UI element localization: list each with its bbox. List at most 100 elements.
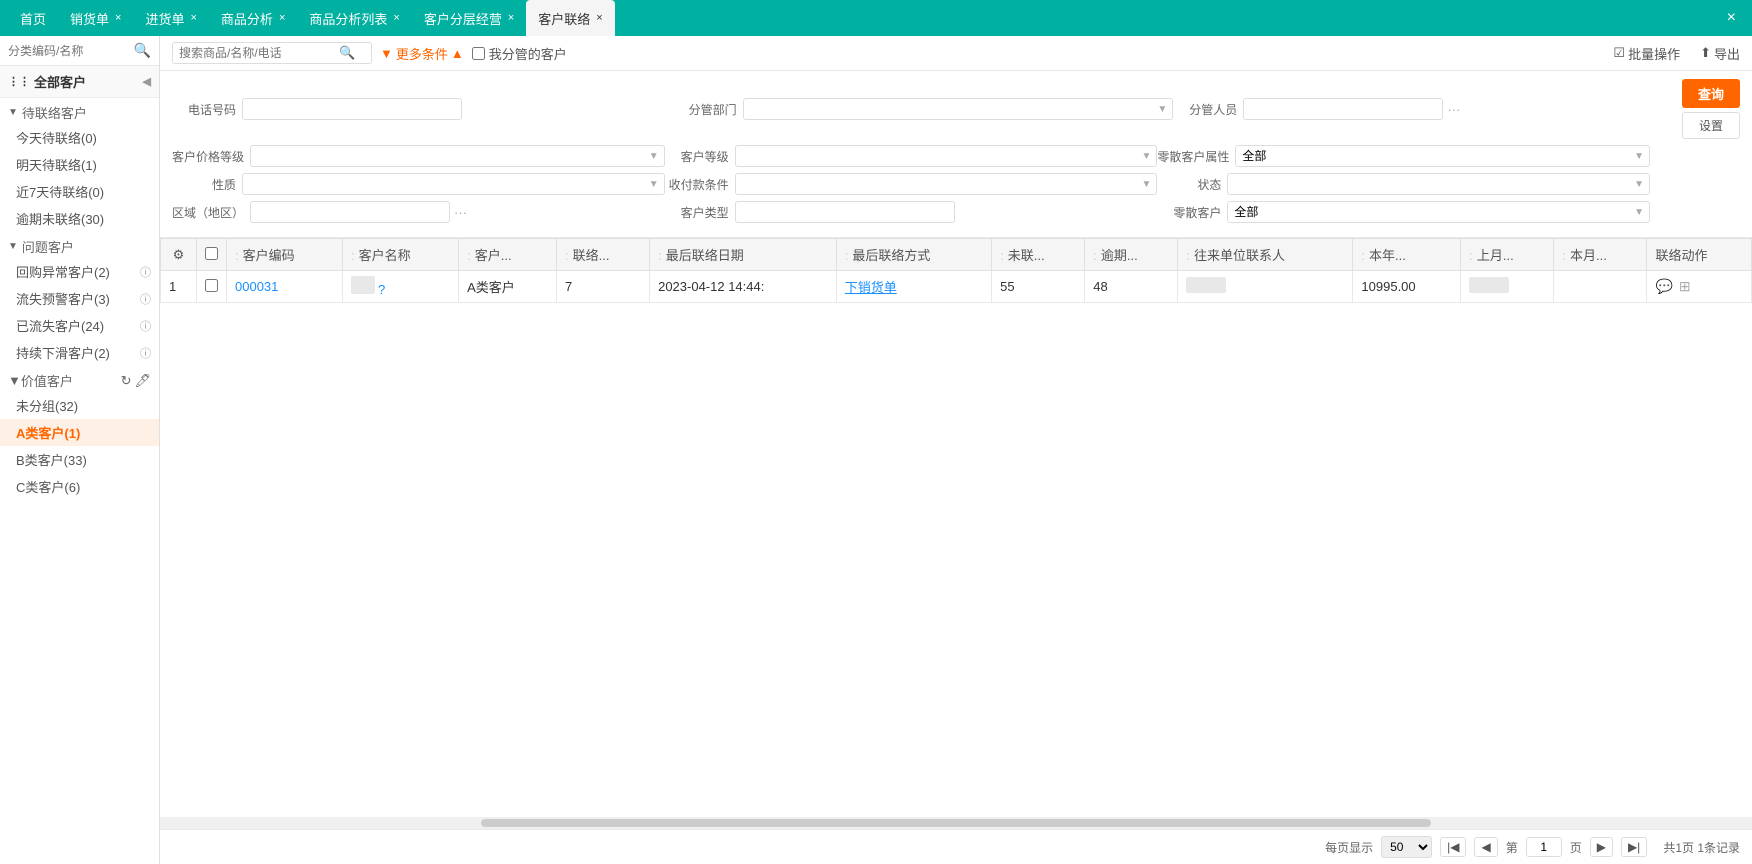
last-page-btn[interactable]: ▶| [1621, 837, 1647, 857]
nav-tab-purchase[interactable]: 进货单 × [133, 0, 208, 36]
dept-select[interactable] [743, 98, 1174, 120]
first-page-btn[interactable]: |◀ [1440, 837, 1466, 857]
customer-level-select[interactable] [735, 145, 1158, 167]
scroll-row[interactable] [160, 817, 1752, 829]
export-btn[interactable]: ⬆ 导出 [1700, 44, 1740, 63]
sidebar-group-value[interactable]: ▼ 价值客户 ↻ 🖊 [0, 366, 159, 392]
sidebar-item-class-b[interactable]: B类客户(33) [0, 446, 159, 473]
manager-input[interactable] [1243, 98, 1443, 120]
row-checkbox[interactable] [205, 279, 218, 292]
customer-type-input[interactable] [735, 201, 955, 223]
payment-select[interactable] [735, 173, 1158, 195]
page-input[interactable] [1526, 837, 1562, 857]
sidebar-item-repurchase-abnormal[interactable]: 回购异常客户(2) ⓘ [0, 258, 159, 285]
search-icon[interactable]: 🔍 [339, 45, 355, 61]
filter-cell-manager: 分管人员 ··· [1173, 98, 1674, 120]
sidebar-item-lost[interactable]: 已流失客户(24) ⓘ [0, 312, 159, 339]
total-label: 共1页 1条记录 [1663, 839, 1740, 856]
cell-name[interactable]: ? [343, 271, 459, 303]
cell-uncontact: 55 [992, 271, 1085, 303]
close-sales-tab[interactable]: × [115, 12, 121, 24]
main-layout: 🔍 ⋮⋮ 全部客户 ◀ ▼ 待联络客户 今天待联络(0) 明天待联络(1) 近7… [0, 36, 1752, 864]
sidebar-search-input[interactable] [8, 44, 134, 58]
col-contact-person: :往来单位联系人 [1178, 239, 1353, 271]
sidebar-item-unsorted[interactable]: 未分组(32) [0, 392, 159, 419]
nav-tab-customer-tier[interactable]: 客户分层经营 × [412, 0, 526, 36]
last-type-link[interactable]: 下销货单 [845, 280, 897, 295]
filter-cell-status: 状态 ▼ [1157, 173, 1650, 195]
region-label: 区域（地区） [172, 204, 250, 221]
cell-code[interactable]: 000031 [227, 271, 343, 303]
filter-cell-price-level: 客户价格等级 ▼ [172, 145, 665, 167]
phone-input[interactable] [242, 98, 462, 120]
manager-dots[interactable]: ··· [1447, 102, 1460, 117]
sidebar-item-loss-warning[interactable]: 流失预警客户(3) ⓘ [0, 285, 159, 312]
region-dots[interactable]: ··· [454, 205, 467, 220]
chat-icon[interactable]: 💬 [1655, 278, 1672, 295]
sidebar-item-class-c[interactable]: C类客户(6) [0, 473, 159, 500]
my-customers-checkbox[interactable] [472, 47, 485, 60]
nav-tab-customer-contact[interactable]: 客户联络 × [526, 0, 614, 36]
nav-tab-sales[interactable]: 销货单 × [58, 0, 133, 36]
close-customer-contact-tab[interactable]: × [596, 12, 602, 24]
batch-op-btn[interactable]: ☑ 批量操作 [1613, 44, 1680, 63]
value-edit-icon[interactable]: 🖊 [134, 373, 151, 389]
price-level-label: 客户价格等级 [172, 148, 250, 165]
cell-overdue: 48 [1085, 271, 1178, 303]
cell-contact-person [1178, 271, 1353, 303]
retail-customer-select[interactable]: 全部 [1227, 201, 1650, 223]
sidebar-all-customers[interactable]: ⋮⋮ 全部客户 ◀ [0, 66, 159, 98]
sidebar-item-declining[interactable]: 持续下滑客户(2) ⓘ [0, 339, 159, 366]
filter-row-1: 电话号码 分管部门 ▼ 分管人员 ··· [172, 79, 1740, 139]
sidebar-search-wrap: 🔍 [0, 36, 159, 66]
sidebar-item-class-a[interactable]: A类客户(1) [0, 419, 159, 446]
value-refresh-icon[interactable]: ↻ [121, 373, 132, 389]
more-filter-btn[interactable]: ▼ 更多条件 ▲ [380, 44, 464, 63]
sidebar-item-7days[interactable]: 近7天待联络(0) [0, 178, 159, 205]
filter-cell-customer-level: 客户等级 ▼ [665, 145, 1158, 167]
price-level-select[interactable] [250, 145, 665, 167]
region-input[interactable] [250, 201, 450, 223]
nav-tab-analysis-list[interactable]: 商品分析列表 × [297, 0, 411, 36]
nav-tab-analysis[interactable]: 商品分析 × [209, 0, 297, 36]
cell-checkbox [197, 271, 227, 303]
select-all-checkbox[interactable] [205, 247, 218, 260]
col-this-year: :本年... [1353, 239, 1461, 271]
sidebar-group-waiting[interactable]: ▼ 待联络客户 [0, 98, 159, 124]
query-btns: 查询 设置 [1682, 79, 1740, 139]
nav-tab-home[interactable]: 首页 [8, 0, 58, 36]
retail-customer-label: 零散客户 [1157, 204, 1227, 221]
filter-arrow-icon: ▲ [451, 46, 464, 61]
sidebar-item-tomorrow[interactable]: 明天待联络(1) [0, 151, 159, 178]
close-purchase-tab[interactable]: × [190, 12, 196, 24]
status-select-wrap: ▼ [1227, 173, 1650, 195]
per-page-select[interactable]: 50 100 200 [1381, 836, 1432, 858]
sidebar-item-overdue[interactable]: 逾期未联络(30) [0, 205, 159, 232]
my-customers-check[interactable]: 我分管的客户 [472, 44, 567, 63]
col-last-month: :上月... [1461, 239, 1554, 271]
scroll-thumb[interactable] [481, 819, 1431, 827]
query-button[interactable]: 查询 [1682, 79, 1740, 108]
grid-icon[interactable]: ⊞ [1679, 278, 1691, 295]
close-analysis-list-tab[interactable]: × [393, 12, 399, 24]
status-select[interactable] [1227, 173, 1650, 195]
close-customer-tier-tab[interactable]: × [508, 12, 514, 24]
search-input[interactable] [179, 46, 339, 60]
prev-page-btn[interactable]: ◀ [1474, 837, 1497, 857]
cell-last-type[interactable]: 下销货单 [836, 271, 991, 303]
col-gear[interactable]: ⚙ [161, 239, 197, 271]
per-page-label: 每页显示 [1325, 839, 1373, 856]
problem-group-arrow: ▼ [8, 241, 18, 252]
sidebar-search-icon[interactable]: 🔍 [134, 42, 151, 59]
cell-seq: 1 [161, 271, 197, 303]
sidebar-item-today[interactable]: 今天待联络(0) [0, 124, 159, 151]
sidebar-group-problem[interactable]: ▼ 问题客户 [0, 232, 159, 258]
top-nav: 首页 销货单 × 进货单 × 商品分析 × 商品分析列表 × 客户分层经营 × … [0, 0, 1752, 36]
close-all-tabs[interactable]: × [1719, 9, 1744, 27]
nature-select[interactable] [242, 173, 665, 195]
setting-button[interactable]: 设置 [1682, 112, 1740, 139]
sidebar-collapse-icon[interactable]: ◀ [143, 75, 151, 88]
retail-attr-select[interactable]: 全部 [1235, 145, 1650, 167]
next-page-btn[interactable]: ▶ [1590, 837, 1613, 857]
close-analysis-tab[interactable]: × [279, 12, 285, 24]
